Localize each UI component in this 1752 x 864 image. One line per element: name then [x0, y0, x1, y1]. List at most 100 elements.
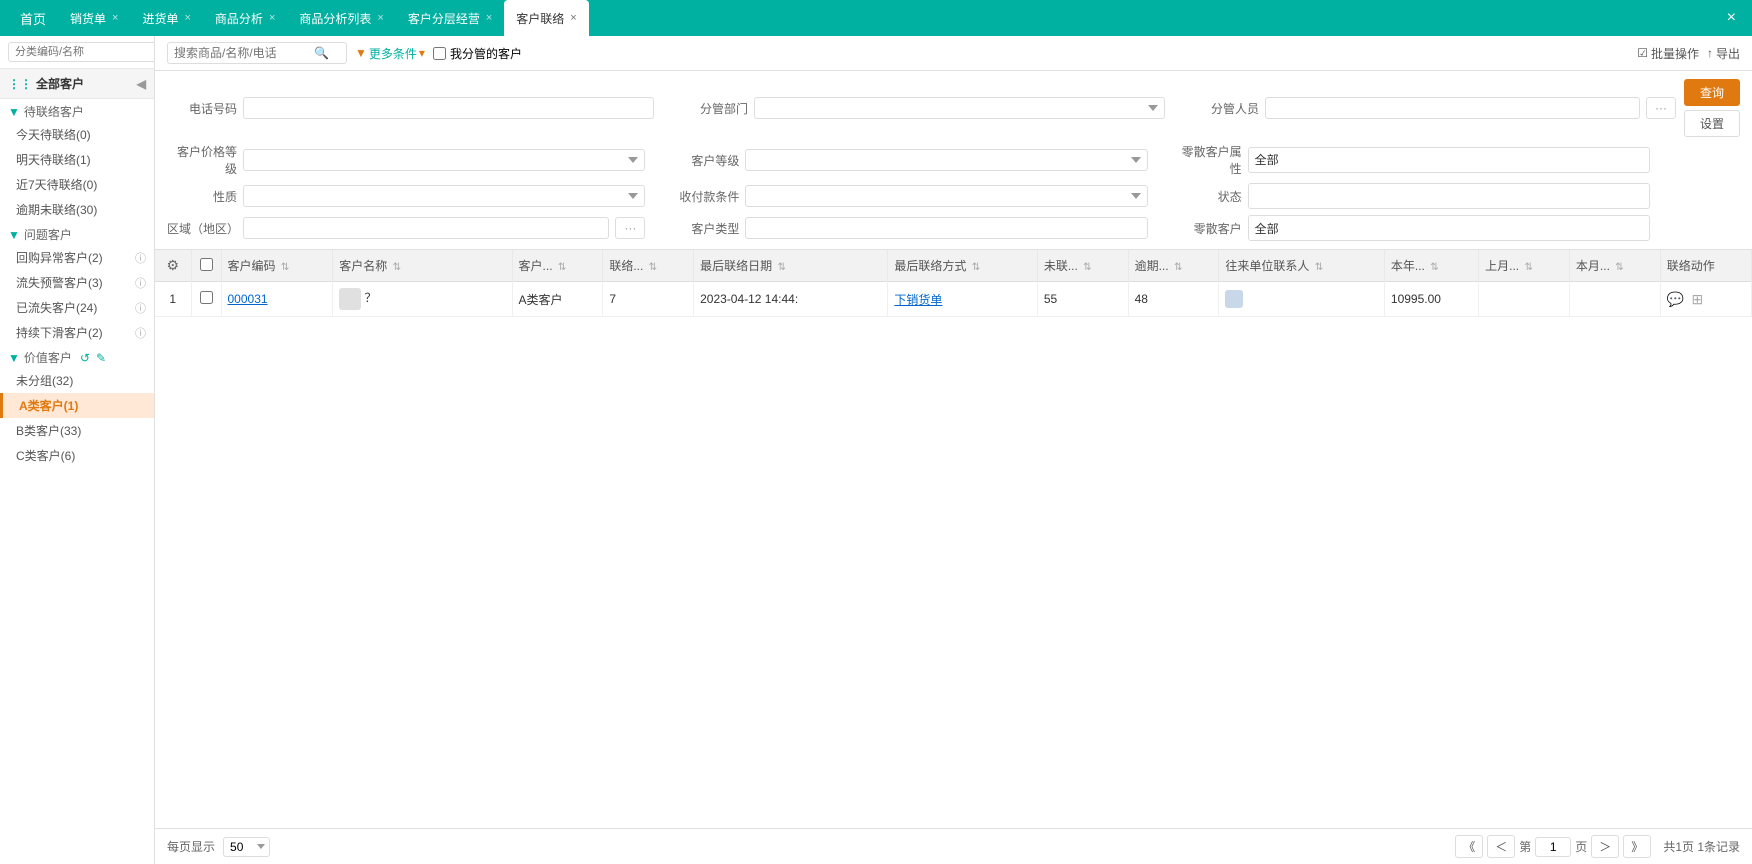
more-filter-chevron: ▾ [419, 46, 425, 60]
sort-no-contact-icon[interactable]: ⇅ [1083, 262, 1091, 273]
prev-page-btn[interactable]: ＜ [1487, 835, 1515, 858]
next-page-btn[interactable]: ＞ [1591, 835, 1619, 858]
sidebar-item-repurchase-abnormal[interactable]: 回购异常客户(2) ⓘ [0, 245, 154, 270]
sidebar-item-churned[interactable]: 已流失客户(24) ⓘ [0, 295, 154, 320]
nav-tab-purchase[interactable]: 进货单 × [130, 0, 202, 36]
close-analysis-list-tab[interactable]: × [377, 12, 383, 24]
row-checkbox[interactable] [200, 291, 213, 304]
query-button[interactable]: 查询 [1684, 79, 1740, 106]
th-checkbox[interactable] [191, 250, 221, 282]
nav-tab-analysis[interactable]: 商品分析 × [203, 0, 287, 36]
sort-type-icon[interactable]: ⇅ [558, 262, 566, 273]
retail-attr-select[interactable]: 全部 [1248, 147, 1650, 173]
sidebar-item-ungrouped[interactable]: 未分组(32) [0, 368, 154, 393]
more-action-icon[interactable]: ⊞ [1691, 291, 1703, 307]
last-page-btn[interactable]: 》 [1623, 835, 1651, 858]
nav-tab-customer-tier[interactable]: 客户分层经营 × [396, 0, 504, 36]
staff-more-btn[interactable]: ··· [1646, 97, 1676, 119]
my-customers-checkbox[interactable] [433, 47, 446, 60]
sort-last-month-icon[interactable]: ⇅ [1524, 262, 1532, 273]
setting-button[interactable]: 设置 [1684, 110, 1740, 137]
batch-op-button[interactable]: ☑ 批量操作 [1637, 45, 1699, 62]
nav-tab-analysis-list[interactable]: 商品分析列表 × [287, 0, 395, 36]
th-contact-count: 联络... ⇅ [603, 250, 694, 282]
sidebar-item-today-contact[interactable]: 今天待联络(0) [0, 122, 154, 147]
window-close-button[interactable]: × [1719, 9, 1744, 27]
th-this-month: 本月... ⇅ [1569, 250, 1660, 282]
sort-contact-count-icon[interactable]: ⇅ [649, 262, 657, 273]
export-button[interactable]: ↑ 导出 [1707, 45, 1740, 62]
sidebar-item-tomorrow-contact[interactable]: 明天待联络(1) [0, 147, 154, 172]
nav-tab-customer-contact[interactable]: 客户联络 × [504, 0, 588, 36]
sort-last-date-icon[interactable]: ⇅ [777, 262, 785, 273]
region-more-btn[interactable]: ··· [615, 217, 645, 239]
sidebar-item-a-class[interactable]: A类客户(1) [0, 393, 154, 418]
filter-search-icon[interactable]: 🔍 [314, 46, 329, 60]
sidebar-item-churn-warning[interactable]: 流失预警客户(3) ⓘ [0, 270, 154, 295]
column-settings-gear[interactable]: ⚙ [166, 257, 179, 273]
value-group-edit-icon[interactable]: ✎ [96, 351, 106, 365]
sort-name-icon[interactable]: ⇅ [393, 262, 401, 273]
sidebar-item-c-class[interactable]: C类客户(6) [0, 443, 154, 468]
close-customer-contact-tab[interactable]: × [570, 12, 576, 24]
page-navigation: 《 ＜ 第 页 ＞ 》 共1页 1条记录 [1455, 835, 1740, 858]
td-last-month [1479, 282, 1570, 317]
message-action-icon[interactable]: 💬 [1667, 291, 1684, 307]
td-action: 💬 ⊞ [1660, 282, 1751, 317]
retail-customer-select[interactable]: 全部 [1248, 215, 1650, 241]
filter-search-input[interactable] [174, 46, 314, 60]
batch-op-checkbox-icon: ☑ [1637, 46, 1648, 60]
close-analysis-tab[interactable]: × [269, 12, 275, 24]
my-customers-filter[interactable]: 我分管的客户 [433, 45, 522, 62]
sort-code-icon[interactable]: ⇅ [281, 262, 289, 273]
more-filter-btn[interactable]: ▼ 更多条件 ▾ [355, 45, 425, 62]
nature-select[interactable] [243, 185, 645, 207]
customer-table: ⚙ 客户编码 ⇅ 客户名称 ⇅ [155, 250, 1752, 317]
td-this-month [1569, 282, 1660, 317]
td-code[interactable]: 000031 [221, 282, 333, 317]
sidebar-all-customers[interactable]: ⋮⋮ 全部客户 ◀ [0, 69, 154, 99]
sidebar-item-b-class[interactable]: B类客户(33) [0, 418, 154, 443]
sidebar-group-pending: ▼ 待联络客户 [0, 99, 154, 122]
page-number-input[interactable] [1535, 837, 1571, 857]
select-all-checkbox[interactable] [200, 258, 213, 271]
dept-select[interactable] [754, 97, 1165, 119]
nav-tab-home[interactable]: 首页 [8, 0, 58, 36]
td-last-method[interactable]: 下销货单 [888, 282, 1037, 317]
td-checkbox[interactable] [191, 282, 221, 317]
close-sales-tab[interactable]: × [112, 12, 118, 24]
sidebar-item-7day-contact[interactable]: 近7天待联络(0) [0, 172, 154, 197]
filter-dept: 分管部门 [678, 97, 1165, 119]
nav-tab-sales[interactable]: 销货单 × [58, 0, 130, 36]
payment-select[interactable] [745, 185, 1147, 207]
sort-this-month-icon[interactable]: ⇅ [1615, 262, 1623, 273]
td-no-contact: 55 [1037, 282, 1128, 317]
sort-last-method-icon[interactable]: ⇅ [972, 262, 980, 273]
close-customer-tier-tab[interactable]: × [486, 12, 492, 24]
sidebar-group-problem: ▼ 问题客户 [0, 222, 154, 245]
filter-status: 状态 [1172, 183, 1650, 209]
staff-input[interactable] [1265, 97, 1640, 119]
price-grade-select[interactable] [243, 149, 645, 171]
td-overdue: 48 [1128, 282, 1219, 317]
region-input[interactable] [243, 217, 609, 239]
sort-contact-person-icon[interactable]: ⇅ [1315, 262, 1323, 273]
sort-overdue-icon[interactable]: ⇅ [1174, 262, 1182, 273]
th-settings[interactable]: ⚙ [155, 250, 191, 282]
close-purchase-tab[interactable]: × [184, 12, 190, 24]
sidebar-item-overdue-contact[interactable]: 逾期未联络(30) [0, 197, 154, 222]
filter-top-bar: 🔍 ▼ 更多条件 ▾ 我分管的客户 ☑ 批量操作 ↑ 导出 [155, 36, 1752, 71]
phone-input[interactable] [243, 97, 654, 119]
filter-row-4: 区域（地区） ··· 客户类型 零散客户 全部 [167, 215, 1740, 241]
sidebar-search-input[interactable] [8, 42, 155, 62]
td-contact-count: 7 [603, 282, 694, 317]
top-navigation: 首页 销货单 × 进货单 × 商品分析 × 商品分析列表 × 客户分层经营 × … [0, 0, 1752, 36]
status-select[interactable] [1248, 183, 1650, 209]
customer-grade-select[interactable] [745, 149, 1147, 171]
page-size-select[interactable]: 50 20 100 [223, 837, 270, 857]
value-group-refresh-icon[interactable]: ↺ [80, 351, 90, 365]
first-page-btn[interactable]: 《 [1455, 835, 1483, 858]
customer-type-input[interactable] [745, 217, 1147, 239]
sidebar-item-declining[interactable]: 持续下滑客户(2) ⓘ [0, 320, 154, 345]
sort-this-year-icon[interactable]: ⇅ [1430, 262, 1438, 273]
